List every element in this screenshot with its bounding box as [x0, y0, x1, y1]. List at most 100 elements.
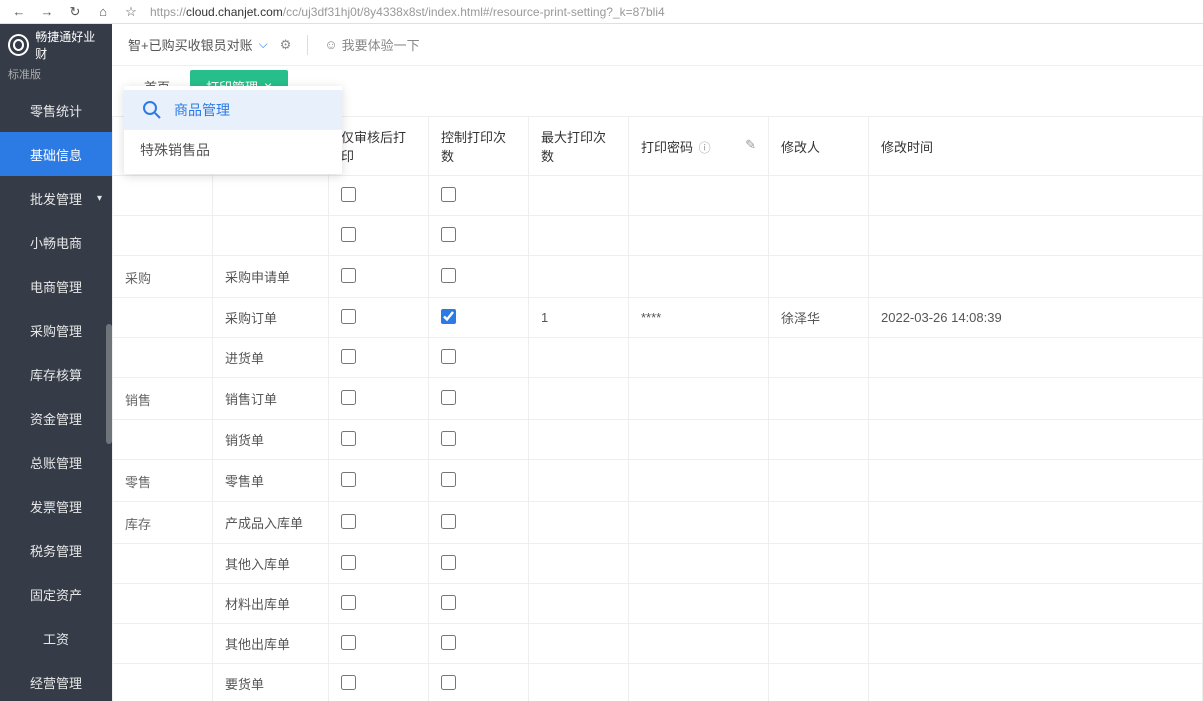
cell-control-checkbox[interactable]	[441, 309, 456, 324]
cell-control-checkbox[interactable]	[441, 349, 456, 364]
sidebar-item-4[interactable]: 电商管理	[0, 264, 112, 308]
cell-password[interactable]	[629, 420, 769, 460]
feedback-label: 我要体验一下	[342, 35, 420, 54]
cell-time	[869, 584, 1203, 624]
sidebar-item-0[interactable]: 零售统计	[0, 88, 112, 132]
cell-password[interactable]	[629, 176, 769, 216]
cell-audit-checkbox[interactable]	[341, 635, 356, 650]
gear-icon[interactable]: ⚙	[280, 37, 292, 53]
cell-password[interactable]	[629, 544, 769, 584]
cell-password[interactable]	[629, 502, 769, 544]
cell-max[interactable]	[529, 420, 629, 460]
cell-audit-checkbox[interactable]	[341, 472, 356, 487]
cell-audit-checkbox[interactable]	[341, 595, 356, 610]
table-row: 进货单	[113, 338, 1203, 378]
cell-max[interactable]	[529, 502, 629, 544]
cell-max[interactable]	[529, 624, 629, 664]
sidebar-item-3[interactable]: 小畅电商	[0, 220, 112, 264]
sidebar-item-13[interactable]: 经营管理	[0, 660, 112, 701]
cell-time	[869, 502, 1203, 544]
cell-audit-checkbox[interactable]	[341, 268, 356, 283]
cell-password[interactable]	[629, 584, 769, 624]
cell-control-checkbox[interactable]	[441, 390, 456, 405]
cell-password[interactable]	[629, 624, 769, 664]
star-icon[interactable]: ☆	[122, 3, 140, 21]
reload-icon[interactable]: ↻	[66, 3, 84, 21]
cell-audit-checkbox[interactable]	[341, 390, 356, 405]
cell-max[interactable]	[529, 256, 629, 298]
sidebar-item-8[interactable]: 总账管理	[0, 440, 112, 484]
cell-audit-checkbox[interactable]	[341, 187, 356, 202]
flyout-item-1[interactable]: 特殊销售品	[124, 130, 342, 170]
sidebar-item-9[interactable]: 发票管理	[0, 484, 112, 528]
cell-user	[769, 544, 869, 584]
sidebar-item-10[interactable]: 税务管理	[0, 528, 112, 572]
back-icon[interactable]: ←	[10, 3, 28, 21]
sidebar-item-12[interactable]: 工资	[0, 616, 112, 660]
cell-password[interactable]	[629, 256, 769, 298]
cell-control-checkbox[interactable]	[441, 227, 456, 242]
cell-audit	[329, 176, 429, 216]
cell-control-checkbox[interactable]	[441, 268, 456, 283]
cell-audit-checkbox[interactable]	[341, 431, 356, 446]
divider	[307, 35, 308, 55]
url-bar[interactable]: https://cloud.chanjet.com/cc/uj3df31hj0t…	[150, 5, 1193, 19]
cell-audit-checkbox[interactable]	[341, 514, 356, 529]
cell-audit-checkbox[interactable]	[341, 675, 356, 690]
cell-max[interactable]	[529, 176, 629, 216]
cell-password[interactable]: ****	[629, 298, 769, 338]
cell-name: 零售单	[213, 460, 329, 502]
cell-control-checkbox[interactable]	[441, 555, 456, 570]
sidebar-item-1[interactable]: 基础信息	[0, 132, 112, 176]
sidebar-item-11[interactable]: 固定资产	[0, 572, 112, 616]
help-icon[interactable]: ⓘ	[699, 141, 711, 155]
cell-control-checkbox[interactable]	[441, 431, 456, 446]
cell-control-checkbox[interactable]	[441, 595, 456, 610]
edit-icon[interactable]: ✎	[745, 137, 756, 153]
cell-control	[429, 298, 529, 338]
submenu-flyout: 商品管理特殊销售品	[124, 86, 342, 174]
home-icon[interactable]: ⌂	[94, 3, 112, 21]
cell-control-checkbox[interactable]	[441, 472, 456, 487]
print-settings-table: 仅审核后打印 控制打印次数 最大打印次数 打印密码 ⓘ ✎ 修改人 修改时间 采…	[112, 116, 1203, 701]
cell-control-checkbox[interactable]	[441, 187, 456, 202]
sidebar-item-label: 零售统计	[30, 101, 82, 120]
cell-max[interactable]	[529, 664, 629, 701]
feedback-link[interactable]: ☺ 我要体验一下	[324, 35, 419, 54]
cell-control	[429, 216, 529, 256]
cell-control-checkbox[interactable]	[441, 635, 456, 650]
cell-max[interactable]	[529, 378, 629, 420]
cell-max[interactable]	[529, 584, 629, 624]
cell-control	[429, 544, 529, 584]
sidebar-item-6[interactable]: 库存核算	[0, 352, 112, 396]
table-row: 采购采购申请单	[113, 256, 1203, 298]
cell-audit-checkbox[interactable]	[341, 227, 356, 242]
sidebar-item-2[interactable]: 批发管理▾	[0, 176, 112, 220]
cell-audit-checkbox[interactable]	[341, 555, 356, 570]
cell-max[interactable]	[529, 460, 629, 502]
forward-icon[interactable]: →	[38, 3, 56, 21]
sidebar-item-5[interactable]: 采购管理	[0, 308, 112, 352]
cell-audit-checkbox[interactable]	[341, 349, 356, 364]
cell-max[interactable]	[529, 544, 629, 584]
product-icon	[140, 98, 164, 122]
cell-max[interactable]	[529, 338, 629, 378]
cell-max[interactable]: 1	[529, 298, 629, 338]
table-row: 零售零售单	[113, 460, 1203, 502]
cell-max[interactable]	[529, 216, 629, 256]
cell-password[interactable]	[629, 378, 769, 420]
table-row: 其他出库单	[113, 624, 1203, 664]
cell-control-checkbox[interactable]	[441, 514, 456, 529]
cell-password[interactable]	[629, 460, 769, 502]
account-dropdown[interactable]: 智+已购买收银员对账 ⌵	[128, 35, 268, 54]
flyout-item-0[interactable]: 商品管理	[124, 90, 342, 130]
cell-control-checkbox[interactable]	[441, 675, 456, 690]
cell-control	[429, 664, 529, 701]
cell-password[interactable]	[629, 216, 769, 256]
cell-password[interactable]	[629, 338, 769, 378]
sidebar-item-label: 库存核算	[30, 365, 82, 384]
flyout-label: 商品管理	[174, 100, 230, 120]
cell-audit-checkbox[interactable]	[341, 309, 356, 324]
cell-password[interactable]	[629, 664, 769, 701]
sidebar-item-7[interactable]: 资金管理	[0, 396, 112, 440]
